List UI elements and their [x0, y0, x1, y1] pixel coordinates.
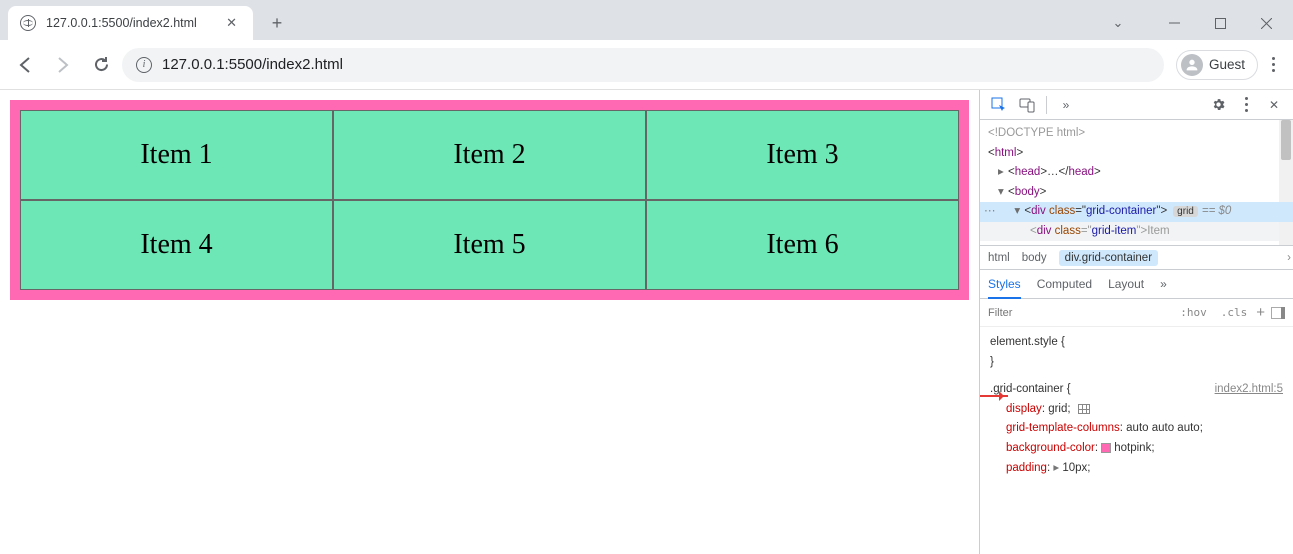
- style-rule: .grid-container {index2.html:5: [990, 380, 1283, 400]
- dom-line[interactable]: <html>: [980, 144, 1293, 164]
- close-devtools-icon[interactable]: ✕: [1261, 92, 1287, 118]
- new-rule-icon[interactable]: +: [1256, 304, 1265, 321]
- style-prop[interactable]: background-color: hotpink;: [990, 439, 1283, 459]
- address-bar[interactable]: i 127.0.0.1:5500/index2.html: [122, 48, 1164, 82]
- browser-toolbar: i 127.0.0.1:5500/index2.html Guest: [0, 40, 1293, 90]
- info-icon[interactable]: i: [136, 57, 152, 73]
- dom-line[interactable]: <!DOCTYPE html>: [980, 124, 1293, 144]
- grid-container: Item 1 Item 2 Item 3 Item 4 Item 5 Item …: [10, 100, 969, 300]
- back-button[interactable]: [8, 48, 42, 82]
- dom-breadcrumb: html body div.grid-container ›: [980, 245, 1293, 269]
- profile-label: Guest: [1209, 57, 1245, 72]
- page-viewport: Item 1 Item 2 Item 3 Item 4 Item 5 Item …: [0, 90, 979, 554]
- tab-title: 127.0.0.1:5500/index2.html: [46, 16, 212, 30]
- hov-toggle[interactable]: :hov: [1175, 304, 1212, 321]
- minimize-icon[interactable]: [1151, 7, 1197, 39]
- browser-menu-icon[interactable]: [1262, 57, 1285, 72]
- grid-item: Item 1: [20, 110, 333, 200]
- dom-line[interactable]: <div class="grid-item">Item: [980, 222, 1293, 242]
- profile-button[interactable]: Guest: [1176, 50, 1258, 80]
- style-prop[interactable]: padding: ▸ 10px;: [990, 459, 1283, 479]
- url-text: 127.0.0.1:5500/index2.html: [162, 56, 343, 73]
- filter-input[interactable]: [986, 303, 1171, 323]
- dom-line[interactable]: ▾<body>: [980, 183, 1293, 203]
- grid-item: Item 6: [646, 200, 959, 290]
- close-window-icon[interactable]: [1243, 7, 1289, 39]
- style-rule: element.style {: [990, 333, 1283, 353]
- tab-computed[interactable]: Computed: [1037, 271, 1092, 297]
- grid-item: Item 2: [333, 110, 646, 200]
- window-controls: ⌄: [1095, 6, 1293, 40]
- forward-button[interactable]: [46, 48, 80, 82]
- dom-line[interactable]: ▸<head>…</head>: [980, 163, 1293, 183]
- color-swatch-icon[interactable]: [1101, 443, 1111, 453]
- styles-pane[interactable]: element.style { } .grid-container {index…: [980, 327, 1293, 554]
- grid-badge-icon[interactable]: [1078, 404, 1090, 414]
- cls-toggle[interactable]: .cls: [1216, 304, 1253, 321]
- styles-tabs: Styles Computed Layout »: [980, 269, 1293, 299]
- grid-item: Item 5: [333, 200, 646, 290]
- browser-tab-bar: 127.0.0.1:5500/index2.html ✕ + ⌄: [0, 0, 1293, 40]
- grid-item: Item 3: [646, 110, 959, 200]
- inspect-icon[interactable]: [986, 92, 1012, 118]
- maximize-icon[interactable]: [1197, 7, 1243, 39]
- grid-item: Item 4: [20, 200, 333, 290]
- style-prop[interactable]: display: grid;: [990, 400, 1283, 420]
- tab-styles[interactable]: Styles: [988, 271, 1021, 299]
- chevron-down-icon[interactable]: ⌄: [1095, 7, 1141, 39]
- dom-tree[interactable]: <!DOCTYPE html> <html> ▸<head>…</head> ▾…: [980, 120, 1293, 245]
- crumb-item[interactable]: html: [988, 252, 1010, 264]
- globe-icon: [20, 15, 36, 31]
- devtools-header: » ✕: [980, 90, 1293, 120]
- scrollbar[interactable]: [1279, 120, 1293, 245]
- devtools-menu-icon[interactable]: [1233, 92, 1259, 118]
- style-rule: }: [990, 353, 1283, 373]
- new-tab-button[interactable]: +: [263, 9, 291, 37]
- settings-icon[interactable]: [1205, 92, 1231, 118]
- chevron-right-icon[interactable]: ›: [1287, 252, 1291, 264]
- reload-button[interactable]: [84, 48, 118, 82]
- crumb-item[interactable]: body: [1022, 252, 1047, 264]
- browser-tab[interactable]: 127.0.0.1:5500/index2.html ✕: [8, 6, 253, 40]
- arrow-annotation: [980, 395, 1008, 397]
- crumb-item-selected[interactable]: div.grid-container: [1059, 250, 1158, 266]
- more-tabs-icon[interactable]: »: [1160, 271, 1167, 297]
- close-tab-icon[interactable]: ✕: [222, 13, 241, 33]
- tab-layout[interactable]: Layout: [1108, 271, 1144, 297]
- styles-filter-bar: :hov .cls +: [980, 299, 1293, 327]
- source-link[interactable]: index2.html:5: [1215, 380, 1283, 400]
- style-prop[interactable]: grid-template-columns: auto auto auto;: [990, 419, 1283, 439]
- avatar-icon: [1181, 54, 1203, 76]
- toggle-sidebar-icon[interactable]: [1271, 307, 1285, 319]
- devtools-panel: » ✕ <!DOCTYPE html> <html> ▸<head>…</hea…: [979, 90, 1293, 554]
- dom-line-selected[interactable]: ⋯ ▾<div class="grid-container">grid== $0: [980, 202, 1293, 222]
- more-tabs-icon[interactable]: »: [1053, 92, 1079, 118]
- device-toggle-icon[interactable]: [1014, 92, 1040, 118]
